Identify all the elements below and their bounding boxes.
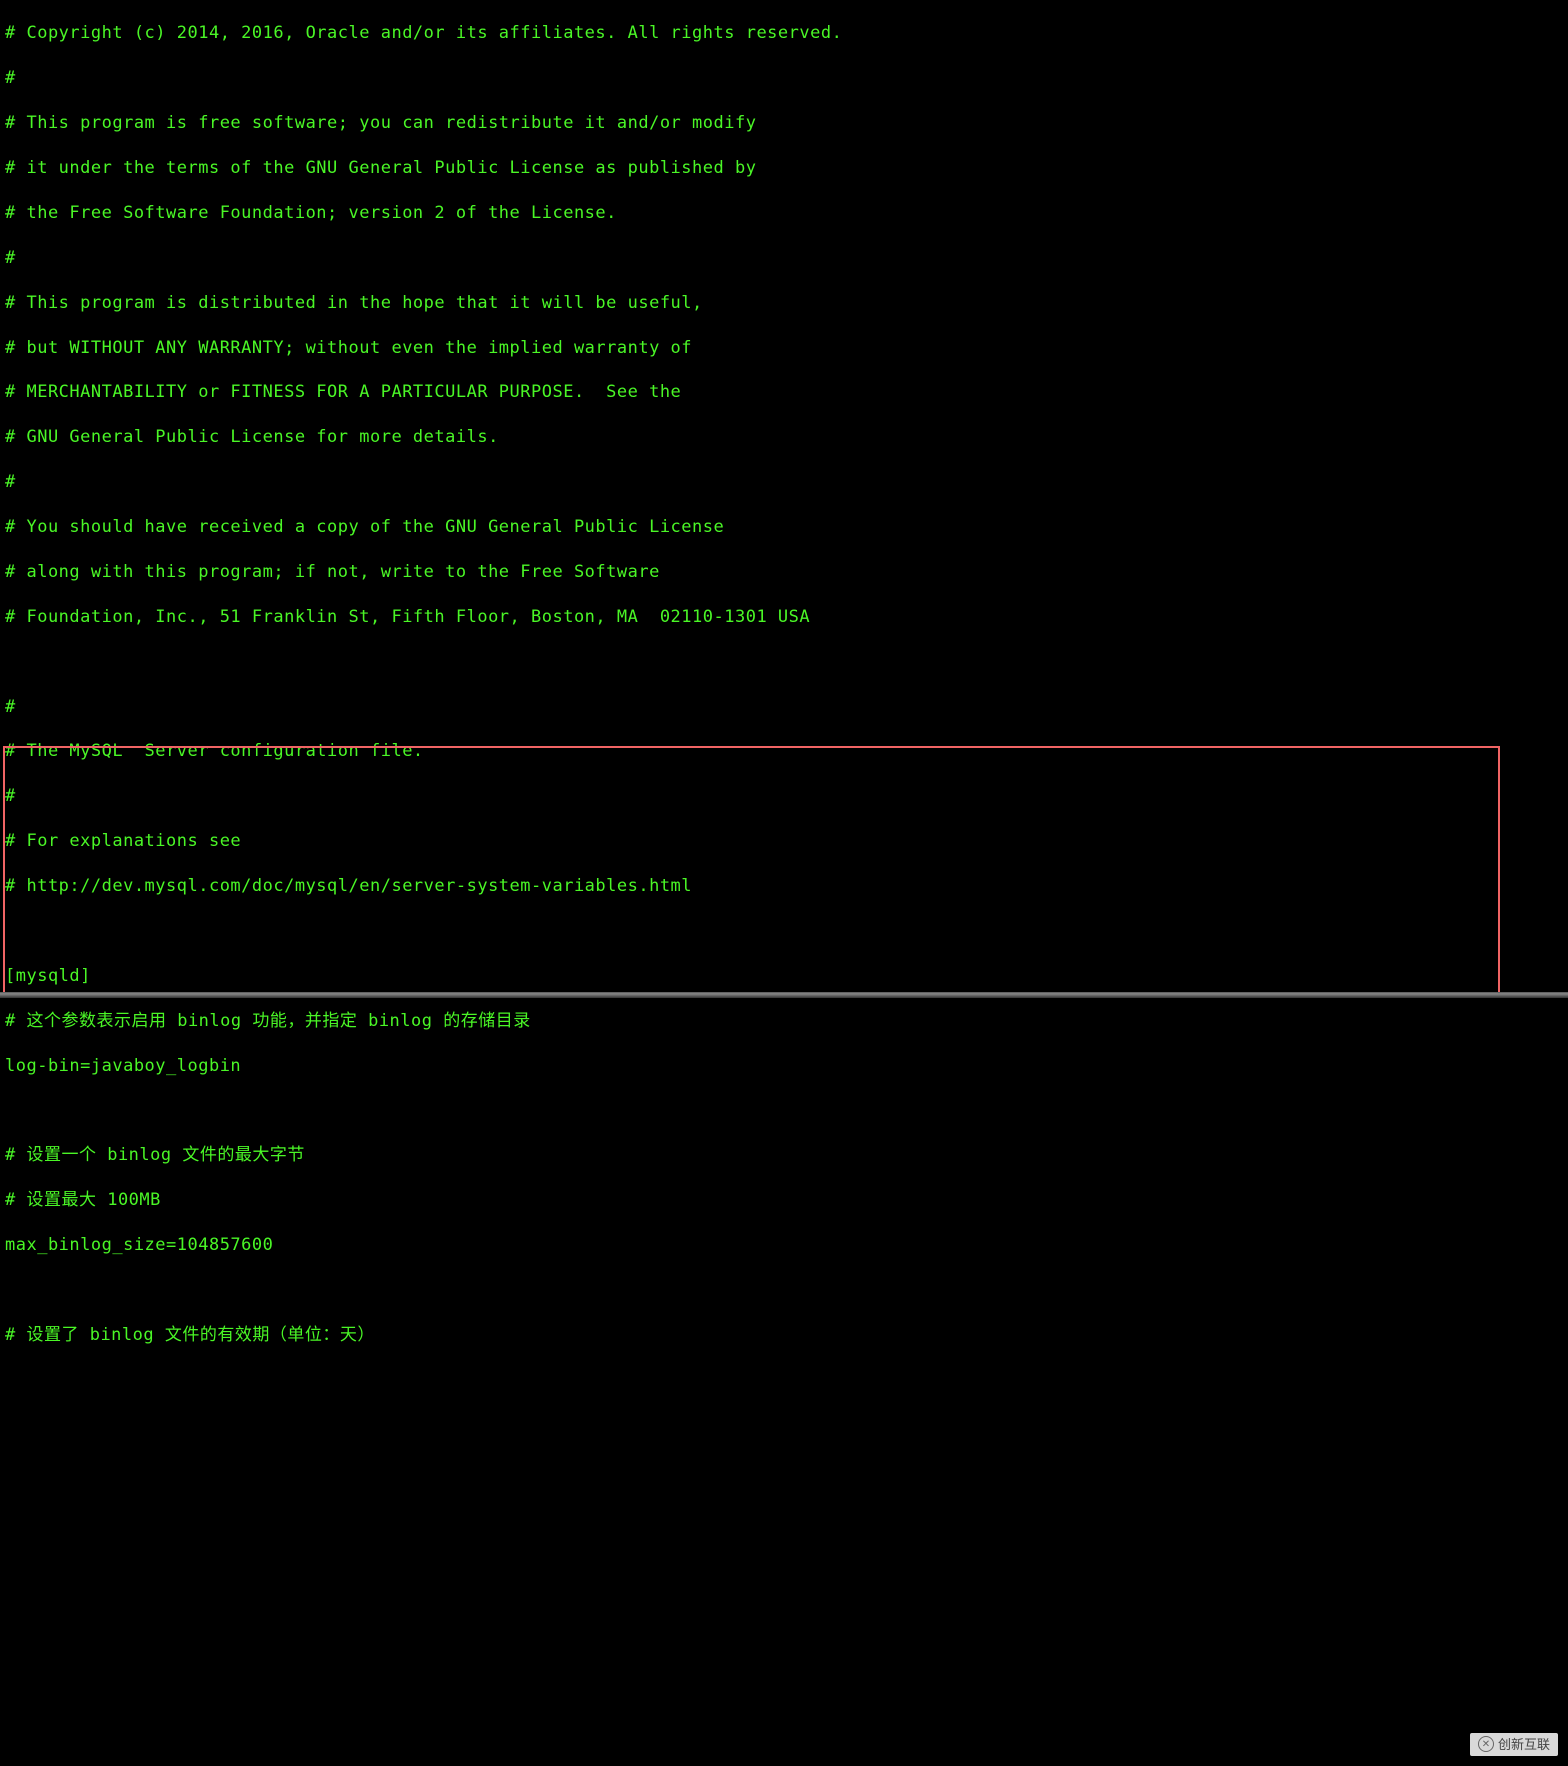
config-line: # — [5, 67, 1563, 89]
config-line: # Copyright (c) 2014, 2016, Oracle and/o… — [5, 22, 1563, 44]
config-comment: # 设置最大 100MB — [5, 1189, 1563, 1211]
config-comment: # 这个参数表示启用 binlog 功能，并指定 binlog 的存储目录 — [5, 1010, 1563, 1032]
config-line: # — [5, 247, 1563, 269]
config-line: # You should have received a copy of the… — [5, 516, 1563, 538]
config-line: # This program is free software; you can… — [5, 112, 1563, 134]
horizontal-divider — [0, 992, 1568, 998]
config-line: # GNU General Public License for more de… — [5, 426, 1563, 448]
config-line: # Foundation, Inc., 51 Franklin St, Fift… — [5, 606, 1563, 628]
config-line: # — [5, 471, 1563, 493]
config-line: # This program is distributed in the hop… — [5, 292, 1563, 314]
config-line: # For explanations see — [5, 830, 1563, 852]
config-line: # it under the terms of the GNU General … — [5, 157, 1563, 179]
config-comment: # 设置一个 binlog 文件的最大字节 — [5, 1144, 1563, 1166]
config-line: # the Free Software Foundation; version … — [5, 202, 1563, 224]
watermark-badge: ✕ 创新互联 — [1470, 1733, 1558, 1756]
config-line: # — [5, 696, 1563, 718]
config-line: # along with this program; if not, write… — [5, 561, 1563, 583]
config-line — [5, 920, 1563, 942]
config-line: # http://dev.mysql.com/doc/mysql/en/serv… — [5, 875, 1563, 897]
config-line — [5, 1099, 1563, 1121]
watermark-logo-icon: ✕ — [1478, 1736, 1494, 1752]
config-setting-maxbinlog: max_binlog_size=104857600 — [5, 1234, 1563, 1256]
config-line: # — [5, 785, 1563, 807]
config-comment: # 设置了 binlog 文件的有效期（单位：天） — [5, 1324, 1563, 1346]
config-line — [5, 1279, 1563, 1301]
config-line: # The MySQL Server configuration file. — [5, 740, 1563, 762]
terminal-output: # Copyright (c) 2014, 2016, Oracle and/o… — [0, 0, 1568, 1369]
mysqld-section-header: [mysqld] — [5, 965, 1563, 987]
config-line: # MERCHANTABILITY or FITNESS FOR A PARTI… — [5, 381, 1563, 403]
config-setting-logbin: log-bin=javaboy_logbin — [5, 1055, 1563, 1077]
config-line: # but WITHOUT ANY WARRANTY; without even… — [5, 337, 1563, 359]
config-line — [5, 651, 1563, 673]
watermark-text: 创新互联 — [1498, 1736, 1550, 1753]
